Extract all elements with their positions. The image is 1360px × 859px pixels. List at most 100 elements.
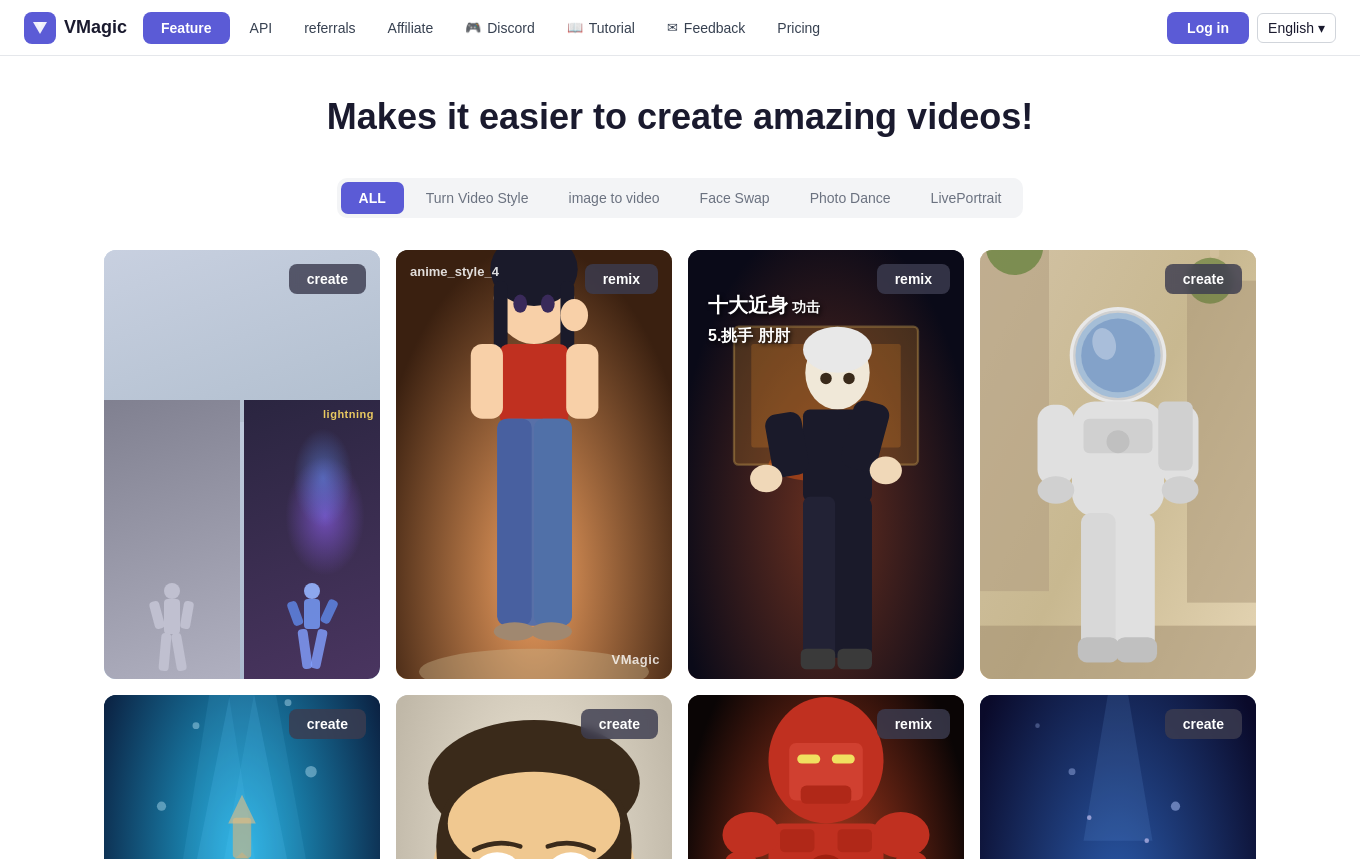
svg-rect-121	[838, 829, 873, 852]
svg-point-149	[1087, 816, 1092, 821]
svg-point-36	[843, 373, 855, 385]
svg-rect-2	[149, 601, 166, 631]
svg-point-143	[1171, 802, 1180, 811]
svg-rect-24	[497, 419, 532, 626]
feature-button[interactable]: Feature	[143, 12, 230, 44]
svg-point-64	[1162, 476, 1199, 504]
card-anime[interactable]: anime_style_4 VMagic remix	[396, 250, 672, 679]
svg-point-6	[304, 583, 320, 599]
svg-rect-68	[1116, 637, 1157, 662]
category-tabs: ALL Turn Video Style image to video Face…	[337, 178, 1024, 218]
svg-rect-1	[164, 599, 180, 634]
card-astronaut[interactable]: create	[980, 250, 1256, 679]
svg-rect-3	[180, 601, 195, 630]
page-title: Makes it easier to create amazing videos…	[104, 96, 1256, 138]
svg-point-83	[305, 766, 317, 778]
svg-rect-10	[297, 629, 312, 670]
logo-icon	[24, 12, 56, 44]
svg-point-63	[1038, 476, 1075, 504]
nav-api[interactable]: API	[238, 12, 285, 44]
card-ironman-remix-button[interactable]: remix	[877, 709, 950, 739]
card-astronaut-create-button[interactable]: create	[1165, 264, 1242, 294]
main-content: Makes it easier to create amazing videos…	[80, 56, 1280, 859]
svg-rect-9	[319, 598, 339, 625]
svg-rect-77	[233, 818, 251, 858]
svg-point-27	[531, 622, 572, 640]
svg-rect-20	[500, 344, 569, 425]
nav-feedback[interactable]: ✉ Feedback	[655, 12, 757, 44]
svg-point-82	[193, 723, 200, 730]
svg-point-35	[820, 373, 832, 385]
svg-point-81	[157, 802, 166, 811]
svg-rect-21	[471, 344, 503, 419]
card-lightning-create-button[interactable]: create	[289, 264, 366, 294]
tab-turn-video-style[interactable]: Turn Video Style	[408, 182, 547, 214]
svg-rect-66	[1081, 513, 1116, 651]
tab-liveportrait[interactable]: LivePortrait	[913, 182, 1020, 214]
svg-point-148	[1144, 839, 1149, 844]
card-flower-create-button[interactable]: create	[1165, 709, 1242, 739]
tutorial-icon: 📖	[567, 20, 583, 35]
svg-point-0	[164, 583, 180, 599]
svg-rect-8	[286, 600, 304, 627]
tab-photo-dance[interactable]: Photo Dance	[792, 182, 909, 214]
card-ironman[interactable]: remix	[688, 695, 964, 859]
logo[interactable]: VMagic	[24, 12, 127, 44]
svg-rect-61	[1038, 405, 1075, 486]
svg-rect-51	[1210, 250, 1219, 258]
navbar: VMagic Feature API referrals Affiliate 🎮…	[0, 0, 1360, 56]
svg-rect-25	[534, 419, 572, 626]
svg-rect-7	[304, 599, 320, 629]
card-flower[interactable]: create	[980, 695, 1256, 859]
svg-point-147	[1035, 724, 1040, 729]
svg-rect-114	[801, 786, 852, 804]
tab-face-swap[interactable]: Face Swap	[682, 182, 788, 214]
card-fight[interactable]: 十大近身功击 5.挑手 肘肘 remix	[688, 250, 964, 679]
svg-rect-69	[1158, 401, 1193, 470]
nav-referrals[interactable]: referrals	[292, 12, 367, 44]
card-anime-remix-button[interactable]: remix	[585, 264, 658, 294]
card-man-create-button[interactable]: create	[581, 709, 658, 739]
svg-rect-43	[803, 497, 835, 658]
svg-rect-22	[566, 344, 598, 419]
nav-pricing[interactable]: Pricing	[765, 12, 832, 44]
card-grid-row1: lightning create	[104, 250, 1256, 679]
svg-rect-11	[310, 629, 328, 670]
nav-discord[interactable]: 🎮 Discord	[453, 12, 546, 44]
svg-point-122	[723, 812, 781, 858]
svg-rect-4	[158, 633, 171, 672]
svg-point-41	[870, 457, 902, 485]
card-grid-row2: create	[104, 695, 1256, 859]
discord-icon: 🎮	[465, 20, 481, 35]
svg-rect-45	[838, 649, 873, 670]
svg-point-146	[1069, 769, 1076, 776]
chevron-down-icon: ▾	[1318, 20, 1325, 36]
card-lightning[interactable]: lightning create	[104, 250, 380, 679]
svg-point-56	[1081, 319, 1155, 393]
language-label: English	[1268, 20, 1314, 36]
svg-rect-5	[171, 633, 187, 672]
nav-tutorial[interactable]: 📖 Tutorial	[555, 12, 647, 44]
language-selector[interactable]: English ▾	[1257, 13, 1336, 43]
card-underwater-create-button[interactable]: create	[289, 709, 366, 739]
svg-point-40	[750, 465, 782, 493]
card-man[interactable]: create	[396, 695, 672, 859]
svg-point-19	[541, 294, 555, 312]
svg-point-34	[803, 327, 872, 373]
svg-point-123	[872, 812, 930, 858]
tab-all[interactable]: ALL	[341, 182, 404, 214]
svg-rect-113	[832, 755, 855, 764]
svg-point-18	[513, 294, 527, 312]
svg-point-84	[285, 700, 292, 707]
nav-affiliate[interactable]: Affiliate	[376, 12, 446, 44]
svg-point-60	[1107, 430, 1130, 453]
tab-image-to-video[interactable]: image to video	[551, 182, 678, 214]
svg-rect-112	[797, 755, 820, 764]
card-underwater[interactable]: create	[104, 695, 380, 859]
svg-rect-67	[1078, 637, 1119, 662]
login-button[interactable]: Log in	[1167, 12, 1249, 44]
svg-rect-44	[801, 649, 836, 670]
svg-point-26	[494, 622, 535, 640]
feedback-icon: ✉	[667, 20, 678, 35]
card-fight-remix-button[interactable]: remix	[877, 264, 950, 294]
